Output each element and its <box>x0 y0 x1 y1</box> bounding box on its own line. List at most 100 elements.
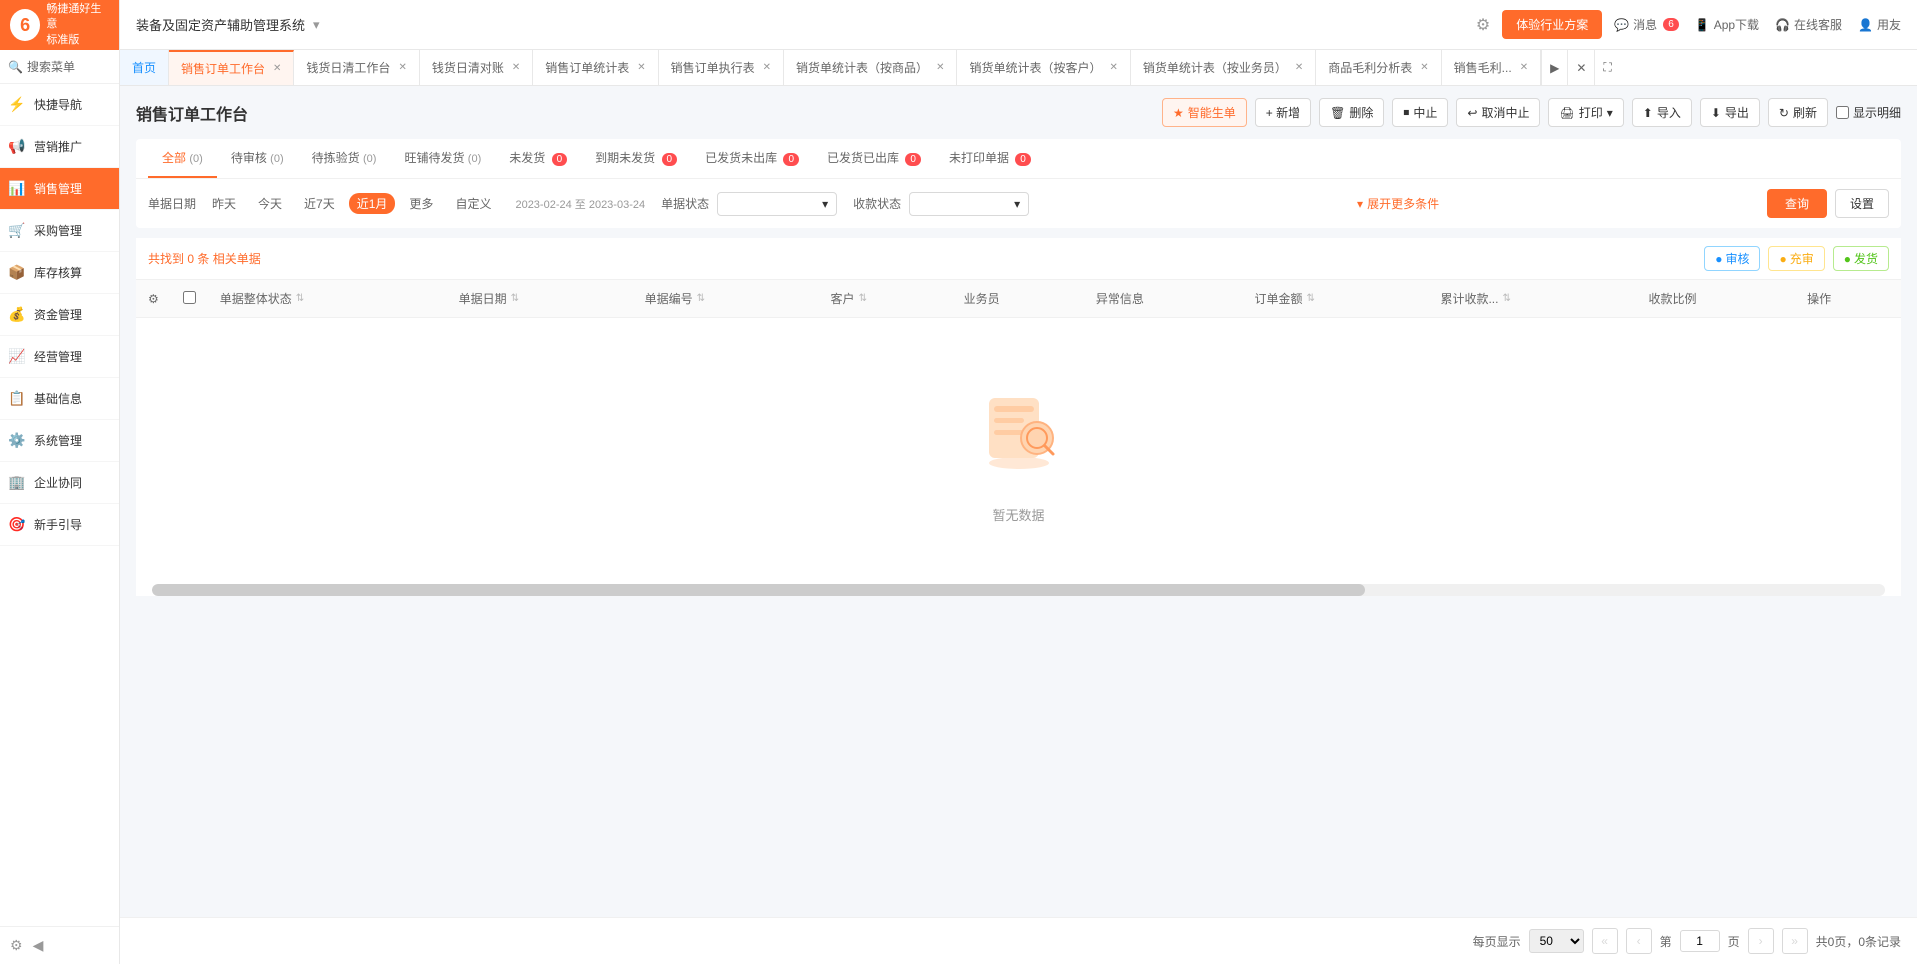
tab-sales-order-stats[interactable]: 销售订单统计表 ✕ <box>533 50 658 86</box>
user-profile-action[interactable]: 👤 用友 <box>1858 16 1901 33</box>
tab-sales-order-workbench[interactable]: 销售订单工作台 ✕ <box>169 50 294 86</box>
page-label: 第 <box>1660 933 1672 950</box>
page-title: 销售订单工作台 <box>136 101 248 125</box>
ship-icon: ● <box>1844 252 1851 266</box>
col-staff: 业务员 <box>952 280 1084 318</box>
filter-tab-overdue-not-shipped[interactable]: 到期未发货 0 <box>581 139 691 178</box>
tab-close-icon[interactable]: ✕ <box>936 62 944 73</box>
col-settings[interactable]: ⚙ <box>136 280 171 318</box>
system-title: 装备及固定资产辅助管理系统 ▾ <box>136 15 1464 34</box>
ship-button[interactable]: ● 发货 <box>1833 246 1889 271</box>
col-checkbox[interactable] <box>171 280 208 318</box>
show-detail-input[interactable] <box>1836 106 1849 119</box>
filter-tab-not-shipped[interactable]: 未发货 0 <box>495 139 581 178</box>
sidebar-item-inventory[interactable]: 📦 库存核算 <box>0 252 119 294</box>
scrollbar-thumb[interactable] <box>152 584 1365 596</box>
query-button[interactable]: 查询 <box>1767 189 1827 218</box>
filter-tab-wangpu-pending[interactable]: 旺铺待发货 (0) <box>390 139 495 178</box>
tab-close-icon[interactable]: ✕ <box>1420 62 1428 73</box>
date-chip-7days[interactable]: 近7天 <box>296 193 343 214</box>
tab-home[interactable]: 首页 <box>120 50 169 86</box>
date-chip-today[interactable]: 今天 <box>250 193 290 214</box>
select-all-checkbox[interactable] <box>183 291 196 304</box>
delete-icon: 🗑 <box>1330 106 1345 120</box>
filter-tab-shipped-out[interactable]: 已发货已出库 0 <box>813 139 935 178</box>
smart-create-button[interactable]: ★ 智能生单 <box>1162 98 1247 127</box>
import-button[interactable]: ⬆ 导入 <box>1632 98 1692 127</box>
horizontal-scrollbar[interactable] <box>152 584 1885 596</box>
refresh-button[interactable]: ↻ 刷新 <box>1768 98 1828 127</box>
tab-expand-btn[interactable]: ⛶ <box>1594 50 1619 86</box>
next-page-btn[interactable]: › <box>1748 928 1774 954</box>
tab-close-icon[interactable]: ✕ <box>637 62 645 73</box>
tab-product-margin[interactable]: 商品毛利分析表 ✕ <box>1316 50 1441 86</box>
tab-sales-stats-product[interactable]: 销货单统计表（按商品） ✕ <box>784 50 957 86</box>
prev-page-btn[interactable]: ‹ <box>1626 928 1652 954</box>
tab-sales-stats-customer[interactable]: 销货单统计表（按客户） ✕ <box>957 50 1130 86</box>
filter-tab-pending-inspection[interactable]: 待拣验货 (0) <box>298 139 391 178</box>
delete-button[interactable]: 🗑 删除 <box>1319 98 1384 127</box>
sidebar-item-guide[interactable]: 🎯 新手引导 <box>0 504 119 546</box>
show-detail-checkbox[interactable]: 显示明细 <box>1836 104 1901 121</box>
collection-select[interactable]: ▾ <box>909 192 1029 216</box>
per-page-select[interactable]: 50 20 100 <box>1529 929 1584 953</box>
tab-close-icon[interactable]: ✕ <box>398 62 406 73</box>
sidebar-item-finance[interactable]: 💰 资金管理 <box>0 294 119 336</box>
sidebar-item-marketing[interactable]: 📢 营销推广 <box>0 126 119 168</box>
filter-tab-all[interactable]: 全部 (0) <box>148 139 217 178</box>
date-filter-options: 昨天 今天 近7天 近1月 更多 自定义 <box>204 193 499 214</box>
status-select[interactable]: ▾ <box>717 192 837 216</box>
audit-button[interactable]: ● 审核 <box>1704 246 1760 271</box>
export-button[interactable]: ⬇ 导出 <box>1700 98 1760 127</box>
tab-cash-reconcile[interactable]: 钱货日清对账 ✕ <box>420 50 533 86</box>
sidebar-item-operations[interactable]: 📈 经营管理 <box>0 336 119 378</box>
print-button[interactable]: 🖨 打印 ▾ <box>1548 98 1623 127</box>
sidebar-item-purchase[interactable]: 🛒 采购管理 <box>0 210 119 252</box>
col-amount: 订单金额 ⇅ <box>1243 280 1429 318</box>
tab-close-icon[interactable]: ✕ <box>1520 62 1528 73</box>
search-menu[interactable]: 🔍 搜索菜单 <box>0 50 119 84</box>
industry-solution-button[interactable]: 体验行业方案 <box>1502 10 1602 39</box>
tab-sales-more[interactable]: 销售毛利... ✕ <box>1442 50 1541 86</box>
tab-close-icon[interactable]: ✕ <box>763 62 771 73</box>
filter-setting-button[interactable]: 设置 <box>1835 189 1889 218</box>
revoke-button[interactable]: ● 充审 <box>1768 246 1824 271</box>
tab-sales-stats-staff[interactable]: 销货单统计表（按业务员） ✕ <box>1131 50 1316 86</box>
tab-cash-daily[interactable]: 钱货日清工作台 ✕ <box>294 50 419 86</box>
filter-tab-not-printed[interactable]: 未打印单据 0 <box>935 139 1045 178</box>
add-button[interactable]: + 新增 <box>1255 98 1311 127</box>
date-filter-group: 单据日期 昨天 今天 近7天 近1月 更多 自定义 <box>148 193 499 214</box>
cancel-stop-button[interactable]: ↩ 取消中止 <box>1456 98 1540 127</box>
sidebar-item-sales[interactable]: 📊 销售管理 <box>0 168 119 210</box>
page-input[interactable] <box>1680 930 1720 952</box>
settings-gear-icon[interactable]: ⚙ <box>10 937 23 954</box>
first-page-btn[interactable]: « <box>1592 928 1618 954</box>
expand-conditions-btn[interactable]: ▾ 展开更多条件 <box>1357 195 1439 212</box>
tab-close-icon[interactable]: ✕ <box>1109 62 1117 73</box>
tab-close-icon[interactable]: ✕ <box>273 63 281 74</box>
message-action[interactable]: 💬 消息 6 <box>1614 16 1679 33</box>
sidebar-item-quick-nav[interactable]: ⚡ 快捷导航 <box>0 84 119 126</box>
filter-tab-shipped-not-out[interactable]: 已发货未出库 0 <box>691 139 813 178</box>
sidebar-item-basic-info[interactable]: 📋 基础信息 <box>0 378 119 420</box>
sidebar-item-system[interactable]: ⚙️ 系统管理 <box>0 420 119 462</box>
tab-close-icon[interactable]: ✕ <box>1295 62 1303 73</box>
app-download-action[interactable]: 📱 App下载 <box>1695 16 1759 33</box>
date-chip-more[interactable]: 更多 <box>401 193 441 214</box>
sidebar-item-enterprise[interactable]: 🏢 企业协同 <box>0 462 119 504</box>
topbar-gear-icon[interactable]: ⚙ <box>1476 15 1490 35</box>
tab-close-icon[interactable]: ✕ <box>512 62 520 73</box>
audit-icon: ● <box>1715 252 1722 266</box>
quick-nav-icon: ⚡ <box>8 96 26 113</box>
filter-tab-pending-review[interactable]: 待审核 (0) <box>217 139 298 178</box>
tab-scroll-right-btn[interactable]: ▶ <box>1541 50 1567 86</box>
date-chip-1month[interactable]: 近1月 <box>349 193 396 214</box>
stop-button[interactable]: ⏹ 中止 <box>1392 98 1448 127</box>
last-page-btn[interactable]: » <box>1782 928 1808 954</box>
online-service-action[interactable]: 🎧 在线客服 <box>1775 16 1842 33</box>
date-chip-custom[interactable]: 自定义 <box>447 193 499 214</box>
date-chip-yesterday[interactable]: 昨天 <box>204 193 244 214</box>
tab-sales-order-exec[interactable]: 销售订单执行表 ✕ <box>659 50 784 86</box>
tab-close-all-btn[interactable]: ✕ <box>1567 50 1594 86</box>
collapse-sidebar-icon[interactable]: ◀ <box>33 937 44 954</box>
